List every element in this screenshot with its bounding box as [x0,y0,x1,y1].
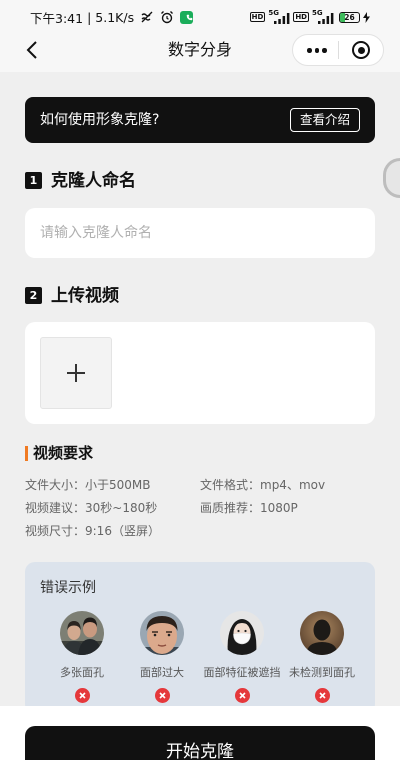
signal-bars-icon: 5G [268,9,290,24]
page-title: 数字分身 [167,40,232,59]
step-1-title: 克隆人命名 [51,171,136,191]
battery-level: 26 [344,12,355,22]
bottom-bar: 开始克隆 [0,706,400,760]
error-example-item: 多张面孔 [42,611,122,711]
upload-video-button[interactable] [40,337,112,409]
status-bar-right: HD 5G HD 5G 26 [249,9,370,25]
requirement-quality: 画质推荐：1080P [200,501,298,515]
error-x-icon [234,688,250,703]
requirement-file-size: 文件大小：小于500MB [25,478,151,492]
hd-badge-2: HD [293,12,309,22]
view-intro-button[interactable]: 查看介绍 [290,108,360,132]
hd-badge: HD [249,12,266,22]
name-input-card [25,208,375,258]
error-examples-card: 错误示例 多张面孔 面部过大 面部特征被遮挡 未检测到面孔 [25,562,375,714]
status-bar-left: 下午3:41 | 5.1K/s [30,9,194,26]
error-example-item: 未检测到面孔 [282,611,362,711]
face-covered-avatar [220,611,264,655]
status-time: 下午3:41 [30,10,84,26]
requirements-accent-bar [25,446,28,461]
more-dots-icon[interactable] [307,48,327,53]
requirement-file-format: 文件格式：mp4、mov [200,478,326,492]
status-separator: | [87,9,92,25]
battery-icon: 26 [339,11,360,23]
status-net-speed: 5.1K/s [95,9,135,25]
help-banner: 如何使用形象克隆? 查看介绍 [25,97,375,143]
floating-side-handle[interactable] [383,158,400,198]
requirement-duration: 视频建议：30秒~180秒 [25,501,158,515]
requirement-aspect: 视频尺寸：9:16（竖屏） [25,524,160,538]
mini-program-capsule [292,34,384,66]
upload-card [25,322,375,424]
error-examples-title: 错误示例 [40,580,96,596]
step-2-title: 上传视频 [51,286,119,306]
capsule-divider [338,41,339,59]
error-example-label: 未检测到面孔 [289,666,355,679]
charging-bolt-icon [363,11,370,23]
multiple-faces-avatar [60,611,104,655]
chevron-left-icon[interactable] [25,41,39,59]
step-1-number: 1 [25,172,42,189]
requirements-title: 视频要求 [33,444,94,462]
error-x-icon [154,688,170,703]
error-example-item: 面部特征被遮挡 [202,611,282,711]
start-clone-button[interactable]: 开始克隆 [25,726,375,760]
mute-icon [141,11,153,23]
alarm-icon [161,11,174,24]
top-bar: 下午3:41 | 5.1K/s HD 5G HD 5G 26 数字分身 [0,0,400,72]
phone-app-icon [180,10,194,24]
error-x-icon [74,688,90,703]
clone-name-input[interactable] [40,208,360,258]
no-face-detected-avatar [300,611,344,655]
step-2-number: 2 [25,287,42,304]
face-too-large-avatar [140,611,184,655]
plus-icon [67,364,85,382]
signal-bars-icon-2: 5G [312,9,334,24]
target-icon[interactable] [352,41,370,59]
error-x-icon [314,688,330,703]
banner-question: 如何使用形象克隆? [40,112,160,128]
error-example-item: 面部过大 [122,611,202,711]
